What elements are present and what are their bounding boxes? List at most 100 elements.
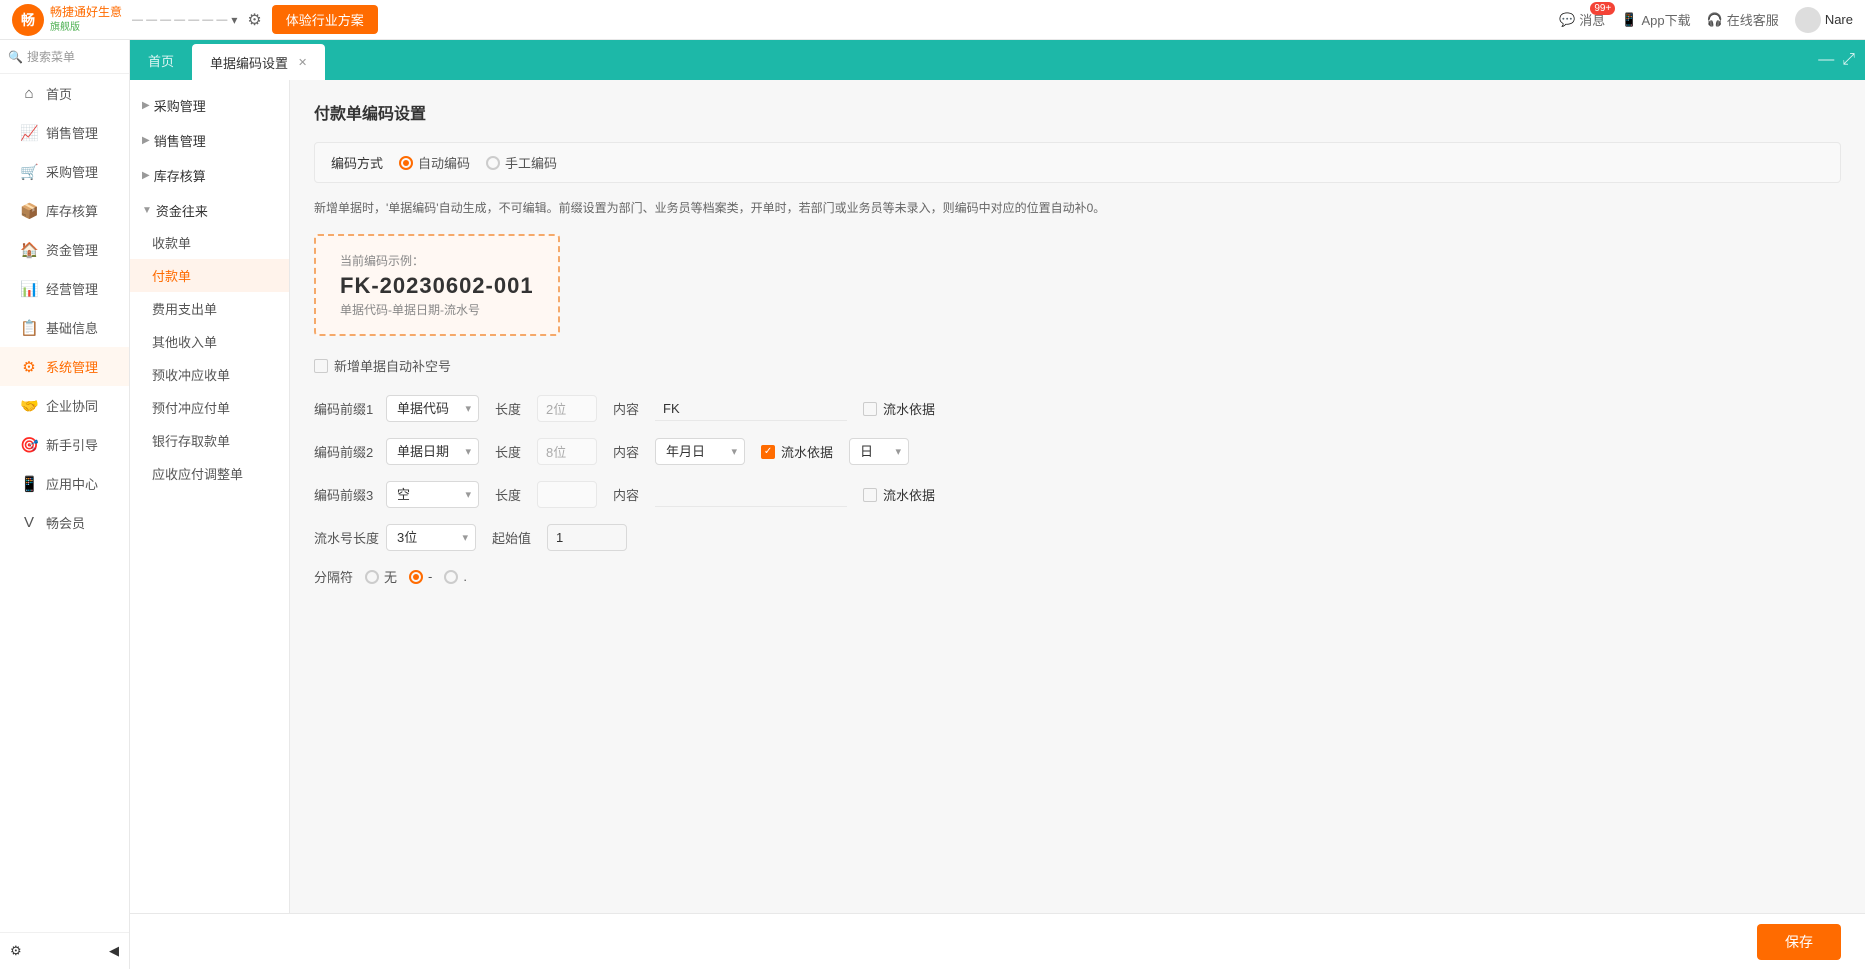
- submenu-item-ar-ap-adjust[interactable]: 应收应付调整单: [130, 457, 289, 490]
- search-menu-btn[interactable]: 🔍 搜索菜单: [0, 40, 129, 74]
- code-example-subtitle: 单据代码-单据日期-流水号: [340, 301, 534, 318]
- submenu-item-prepay-receivable[interactable]: 预收冲应收单: [130, 358, 289, 391]
- company-dropdown[interactable]: — — — — — — — ▾: [132, 13, 237, 27]
- sidebar-item-member[interactable]: V 畅会员: [0, 503, 129, 542]
- prefix2-content-select[interactable]: 年月日 年月 年: [655, 438, 745, 465]
- submenu-item-expense[interactable]: 费用支出单: [130, 292, 289, 325]
- sidebar-item-label: 采购管理: [46, 162, 98, 181]
- prefix2-select[interactable]: 单据日期 单据代码 空: [386, 438, 479, 465]
- collapse-arrow-icon: ▶: [142, 135, 150, 146]
- trial-btn[interactable]: 体验行业方案: [272, 5, 378, 34]
- submenu-item-prepay-payable[interactable]: 预付冲应付单: [130, 391, 289, 424]
- sep-none-radio[interactable]: 无: [365, 567, 397, 586]
- sidebar-bottom: ⚙ ◀: [0, 932, 129, 969]
- prefix3-length-label: 长度: [495, 485, 521, 504]
- submenu-item-other-income[interactable]: 其他收入单: [130, 325, 289, 358]
- app-download-btn[interactable]: 📱 App下载: [1621, 10, 1690, 29]
- prefix3-stream-checkbox[interactable]: [863, 488, 877, 502]
- sidebar-item-label: 首页: [46, 84, 72, 103]
- submenu: ▶ 采购管理 ▶ 销售管理 ▶ 库存核算: [130, 80, 290, 913]
- collapse-arrow-icon: ▶: [142, 100, 150, 111]
- prefix1-stream-checkbox[interactable]: [863, 402, 877, 416]
- system-icon: ⚙: [20, 358, 38, 376]
- prefix1-content-label: 内容: [613, 399, 639, 418]
- start-value-input[interactable]: [547, 524, 627, 551]
- prefix2-stream-checkbox[interactable]: ✓: [761, 445, 775, 459]
- prefix2-length-input: [537, 438, 597, 465]
- submenu-group-sales-title[interactable]: ▶ 销售管理: [130, 125, 289, 156]
- prefix1-stream-row: 流水依据: [863, 399, 935, 418]
- sidebar-item-purchase[interactable]: 🛒 采购管理: [0, 152, 129, 191]
- submenu-group-capital-title[interactable]: ▼ 资金往来: [130, 195, 289, 226]
- serial-length-label: 流水号长度: [314, 528, 370, 547]
- prefix2-period-select[interactable]: 日 月 年: [849, 438, 909, 465]
- submenu-group-purchase-title[interactable]: ▶ 采购管理: [130, 90, 289, 121]
- sidebar-item-enterprise[interactable]: 🤝 企业协同: [0, 386, 129, 425]
- sep-dot-label: .: [463, 569, 467, 584]
- prefix3-label: 编码前缀3: [314, 485, 370, 504]
- maximize-icon[interactable]: ⤢: [1842, 51, 1855, 69]
- company-name: — — — — — — —: [132, 14, 227, 26]
- messages-btn[interactable]: 💬 消息 99+: [1559, 10, 1605, 29]
- sidebar-item-label: 企业协同: [46, 396, 98, 415]
- sidebar-item-inventory[interactable]: 📦 库存核算: [0, 191, 129, 230]
- prefix1-stream-label: 流水依据: [883, 399, 935, 418]
- online-service-btn[interactable]: 🎧 在线客服: [1707, 10, 1779, 29]
- main-layout: 🔍 搜索菜单 ⌂ 首页 📈 销售管理 🛒 采购管理 📦 库存核算 🏠 资金管理 …: [0, 40, 1865, 969]
- message-icon: 💬: [1559, 12, 1575, 28]
- encoding-method-row: 编码方式 自动编码 手工编码: [314, 142, 1841, 183]
- manual-code-radio[interactable]: 手工编码: [486, 153, 557, 172]
- serial-length-select[interactable]: 3位 4位 5位 6位: [386, 524, 476, 551]
- user-profile[interactable]: Nare: [1795, 7, 1853, 33]
- auto-fill-checkbox[interactable]: [314, 359, 328, 373]
- sep-dash-radio[interactable]: -: [409, 569, 432, 584]
- manual-code-label: 手工编码: [505, 153, 557, 172]
- sidebar-item-operations[interactable]: 📊 经营管理: [0, 269, 129, 308]
- guide-icon: 🎯: [20, 436, 38, 454]
- logo-text: 畅捷通好生意 旗舰版: [50, 5, 122, 34]
- sidebar-item-finance[interactable]: 🏠 资金管理: [0, 230, 129, 269]
- member-icon: V: [20, 514, 38, 531]
- submenu-item-payment[interactable]: 付款单: [130, 259, 289, 292]
- prefix1-select[interactable]: 单据代码 单据日期 空: [386, 395, 479, 422]
- tab-encoding[interactable]: 单据编码设置 ✕: [192, 44, 325, 80]
- enterprise-icon: 🤝: [20, 397, 38, 415]
- settings-icon[interactable]: ⚙: [247, 10, 261, 30]
- submenu-item-receipt[interactable]: 收款单: [130, 226, 289, 259]
- submenu-group-inventory-label: 库存核算: [154, 166, 206, 185]
- home-icon: ⌂: [20, 85, 38, 102]
- submenu-group-inventory-title[interactable]: ▶ 库存核算: [130, 160, 289, 191]
- sidebar-item-label: 销售管理: [46, 123, 98, 142]
- collapse-icon[interactable]: ◀: [109, 943, 119, 959]
- prefix2-stream-label: 流水依据: [781, 442, 833, 461]
- code-example-title: 当前编码示例：: [340, 252, 534, 269]
- serial-length-select-wrapper: 3位 4位 5位 6位: [386, 524, 476, 551]
- top-bar-right: 💬 消息 99+ 📱 App下载 🎧 在线客服 Nare: [1559, 7, 1853, 33]
- collapse-arrow-icon: ▶: [142, 170, 150, 181]
- sidebar-item-apps[interactable]: 📱 应用中心: [0, 464, 129, 503]
- app-logo: 畅 畅捷通好生意 旗舰版: [12, 4, 122, 36]
- sidebar-item-basic[interactable]: 📋 基础信息: [0, 308, 129, 347]
- sep-dash-label: -: [428, 569, 432, 584]
- sidebar-item-label: 资金管理: [46, 240, 98, 259]
- sidebar-item-system[interactable]: ⚙ 系统管理: [0, 347, 129, 386]
- prefix1-select-wrapper: 单据代码 单据日期 空: [386, 395, 479, 422]
- auto-code-radio[interactable]: 自动编码: [399, 153, 470, 172]
- tab-home[interactable]: 首页: [130, 40, 192, 80]
- basic-icon: 📋: [20, 319, 38, 337]
- sidebar-item-label: 应用中心: [46, 474, 98, 493]
- save-button[interactable]: 保存: [1757, 924, 1841, 960]
- sidebar-item-sales[interactable]: 📈 销售管理: [0, 113, 129, 152]
- minimize-icon[interactable]: —: [1818, 51, 1834, 69]
- prefix3-select[interactable]: 空 单据代码 单据日期: [386, 481, 479, 508]
- sep-dot-radio[interactable]: .: [444, 569, 467, 584]
- settings-bottom-icon[interactable]: ⚙: [10, 943, 22, 959]
- sidebar-item-home[interactable]: ⌂ 首页: [0, 74, 129, 113]
- submenu-group-inventory: ▶ 库存核算: [130, 160, 289, 191]
- submenu-item-bank-deposit[interactable]: 银行存取款单: [130, 424, 289, 457]
- form-area: 付款单编码设置 编码方式 自动编码 手工编码: [290, 80, 1865, 913]
- sidebar-item-guide[interactable]: 🎯 新手引导: [0, 425, 129, 464]
- tab-close-icon[interactable]: ✕: [298, 56, 307, 69]
- logo-icon: 畅: [12, 4, 44, 36]
- prefix2-select-wrapper: 单据日期 单据代码 空: [386, 438, 479, 465]
